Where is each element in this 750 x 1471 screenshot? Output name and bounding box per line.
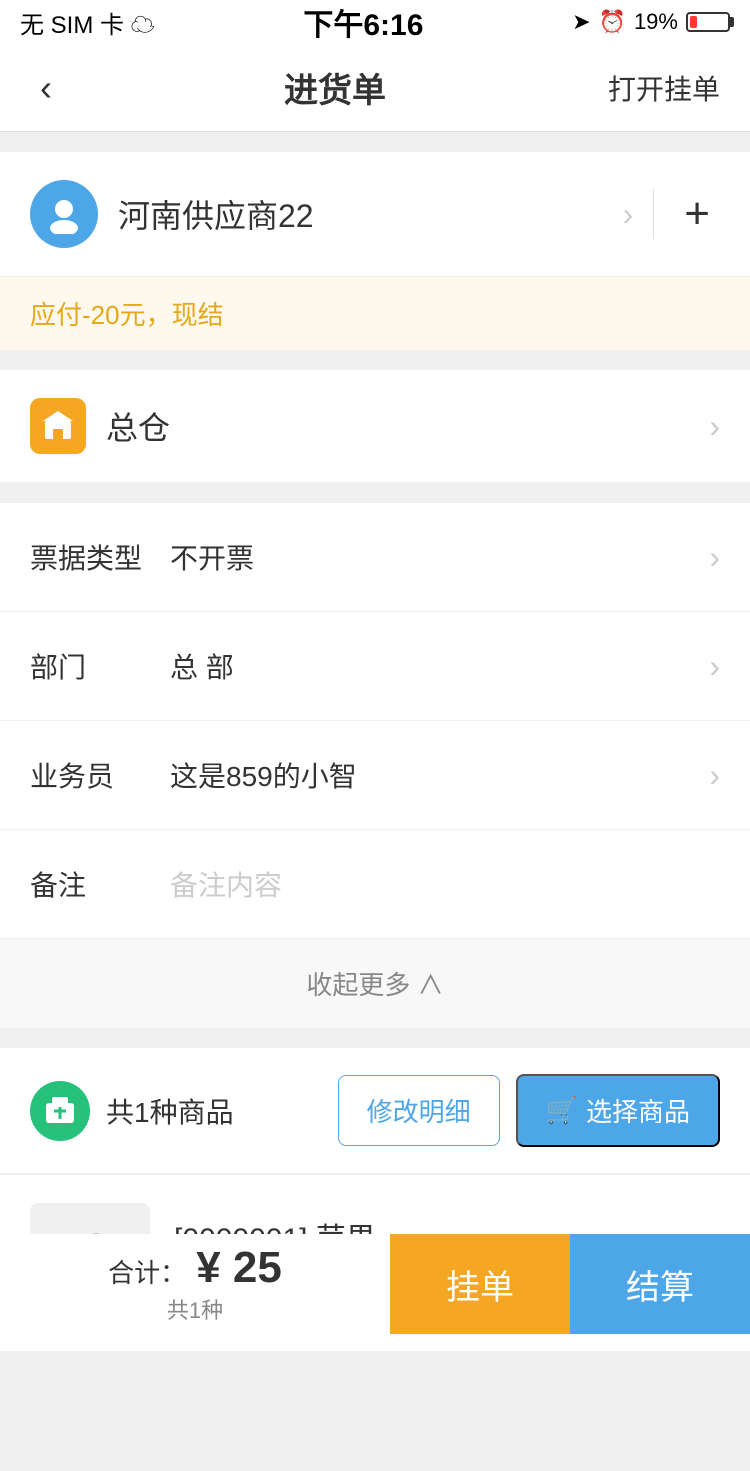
product-header: 共1种商品 修改明细 🛒 选择商品 <box>0 1048 750 1173</box>
total-amount: ¥ 25 <box>196 1243 282 1293</box>
supplier-name: 河南供应商22 <box>118 191 613 237</box>
form-row-remark[interactable]: 备注 备注内容 <box>0 829 750 938</box>
dept-chevron-icon: › <box>709 648 720 685</box>
status-time: 下午6:16 <box>303 0 423 44</box>
page-title: 进货单 <box>284 63 386 112</box>
dept-label: 部门 <box>30 646 170 686</box>
total-sub: 共1种 <box>167 1293 223 1325</box>
select-product-label: 选择商品 <box>586 1092 690 1129</box>
battery-icon <box>686 12 730 32</box>
supplier-row[interactable]: 河南供应商22 › + <box>0 152 750 277</box>
supplier-chevron-icon: › <box>623 196 634 233</box>
select-product-button[interactable]: 🛒 选择商品 <box>516 1074 720 1147</box>
status-right: ➤ ⏰ 19% <box>572 9 730 35</box>
salesperson-chevron-icon: › <box>709 757 720 794</box>
warehouse-name: 总仓 <box>106 403 699 449</box>
cart-icon: 🛒 <box>546 1095 578 1126</box>
hang-button[interactable]: 挂单 <box>390 1234 570 1334</box>
form-section: 票据类型 不开票 › 部门 总 部 › 业务员 这是859的小智 › 备注 备注… <box>0 502 750 1028</box>
supplier-divider <box>653 189 654 239</box>
salesperson-label: 业务员 <box>30 755 170 795</box>
status-left: 无 SIM 卡 ☁ <box>20 5 155 40</box>
checkout-button[interactable]: 结算 <box>570 1234 750 1334</box>
supplier-section: 河南供应商22 › + 应付-20元，现结 <box>0 152 750 350</box>
section-gap-4 <box>0 1028 750 1048</box>
form-row-dept[interactable]: 部门 总 部 › <box>0 611 750 720</box>
nav-bar: ‹ 进货单 打开挂单 <box>0 44 750 132</box>
warehouse-row[interactable]: 总仓 › <box>0 370 750 482</box>
total-row: 合计： ¥ 25 <box>108 1243 282 1293</box>
remark-placeholder: 备注内容 <box>170 864 720 904</box>
total-section: 合计： ¥ 25 共1种 <box>0 1234 390 1334</box>
section-gap-3 <box>0 482 750 502</box>
form-row-invoice[interactable]: 票据类型 不开票 › <box>0 502 750 611</box>
location-icon: ➤ <box>572 9 590 35</box>
total-label: 合计： <box>108 1253 186 1290</box>
salesperson-value: 这是859的小智 <box>170 755 699 795</box>
remark-label: 备注 <box>30 864 170 904</box>
collapse-button[interactable]: 收起更多 ∧ <box>0 938 750 1028</box>
product-count-icon <box>30 1081 90 1141</box>
dept-value: 总 部 <box>170 646 699 686</box>
invoice-label: 票据类型 <box>30 537 170 577</box>
section-gap-2 <box>0 350 750 370</box>
section-gap-1 <box>0 132 750 152</box>
back-button[interactable]: ‹ <box>30 57 62 119</box>
bottom-bar: 合计： ¥ 25 共1种 挂单 结算 <box>0 1234 750 1334</box>
product-count-text: 共1种商品 <box>106 1091 322 1131</box>
status-bar: 无 SIM 卡 ☁ 下午6:16 ➤ ⏰ 19% <box>0 0 750 44</box>
sim-label: 无 SIM 卡 ☁ <box>20 5 155 40</box>
bottom-spacer <box>0 1351 750 1471</box>
warehouse-chevron-icon: › <box>709 408 720 445</box>
form-row-salesperson[interactable]: 业务员 这是859的小智 › <box>0 720 750 829</box>
battery-percent: 19% <box>634 9 678 35</box>
warehouse-section[interactable]: 总仓 › <box>0 370 750 482</box>
add-supplier-button[interactable]: + <box>674 189 720 239</box>
warehouse-icon <box>30 398 86 454</box>
notice-bar: 应付-20元，现结 <box>0 277 750 350</box>
invoice-value: 不开票 <box>170 537 699 577</box>
supplier-avatar <box>30 180 98 248</box>
open-hang-button[interactable]: 打开挂单 <box>608 68 720 108</box>
edit-detail-button[interactable]: 修改明细 <box>338 1075 500 1146</box>
invoice-chevron-icon: › <box>709 539 720 576</box>
alarm-icon: ⏰ <box>599 9 626 35</box>
